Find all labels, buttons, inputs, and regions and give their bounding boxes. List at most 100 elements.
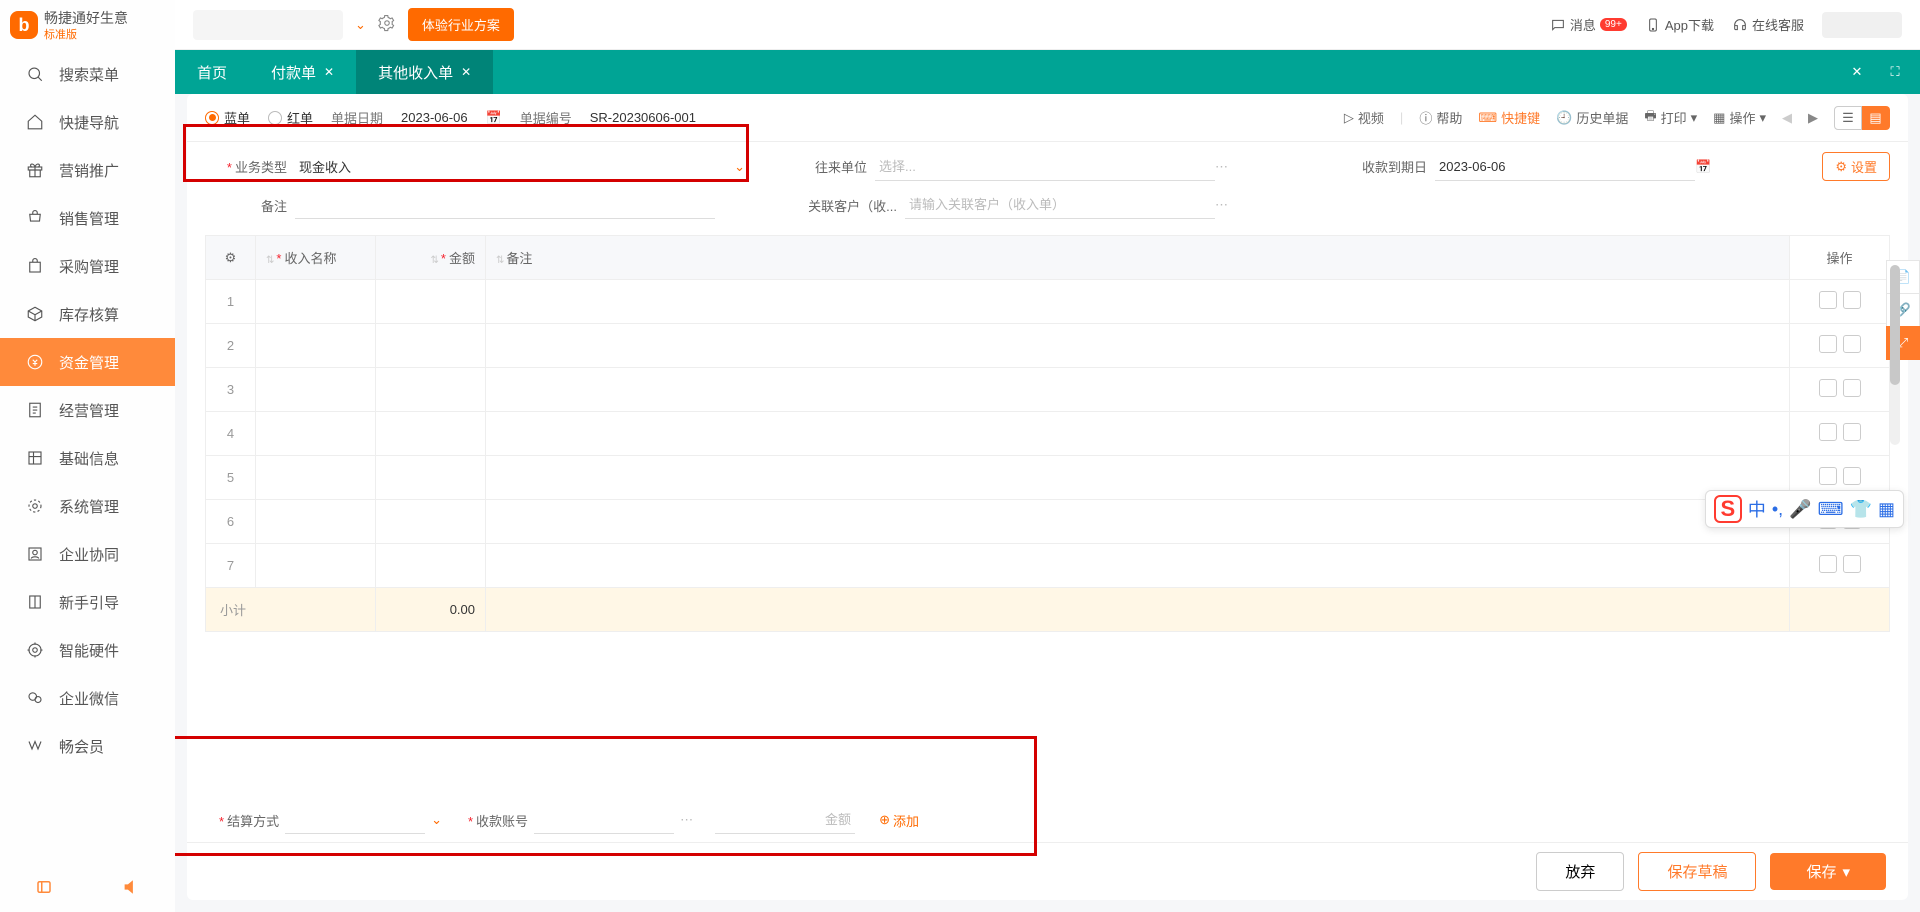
cell-name[interactable] [256,456,376,500]
history-button[interactable]: 🕘 历史单据 [1556,108,1628,127]
close-icon[interactable]: ✕ [461,65,471,79]
more-icon[interactable]: ⋯ [1215,159,1230,175]
cell-amount[interactable] [376,324,486,368]
more-icon[interactable]: ⋯ [680,812,695,828]
due-date-input[interactable] [1435,153,1695,181]
cell-name[interactable] [256,500,376,544]
app-download-button[interactable]: App下载 [1645,15,1714,34]
copy-icon[interactable] [1843,423,1861,441]
settle-method-input[interactable] [285,806,425,834]
sidebar-item-wx[interactable]: 企业微信 [0,674,175,722]
ops-button[interactable]: ▦ 操作 ▾ [1713,108,1766,127]
ime-keyboard-icon[interactable]: ⌨ [1818,499,1844,520]
table-row[interactable]: 1 [206,280,1890,324]
sidebar-item-sys[interactable]: 系统管理 [0,482,175,530]
sidebar-item-data[interactable]: 基础信息 [0,434,175,482]
settle-account-input[interactable] [534,806,674,834]
next-button[interactable]: ▶ [1808,110,1818,126]
gear-icon[interactable] [378,14,396,35]
table-row[interactable]: 5 [206,456,1890,500]
discard-button[interactable]: 放弃 [1536,852,1624,891]
copy-icon[interactable] [1843,379,1861,397]
cell-remark[interactable] [486,412,1790,456]
col-remark[interactable]: ⇅备注 [486,236,1790,280]
view-mode-form-button[interactable]: ▤ [1862,106,1890,130]
save-draft-button[interactable]: 保存草稿 [1638,852,1756,891]
cell-name[interactable] [256,368,376,412]
add-settlement-button[interactable]: ⊕ 添加 [879,811,919,830]
tab-expand-button[interactable]: ⛶ [1880,57,1910,87]
delete-icon[interactable] [1819,467,1837,485]
chevron-down-icon[interactable]: ⌄ [431,812,442,828]
help-button[interactable]: ⓘ 帮助 [1419,108,1462,127]
chevron-down-icon[interactable]: ⌄ [355,17,366,33]
radio-blue[interactable]: 蓝单 [205,108,250,127]
sidebar-sound-button[interactable] [88,862,176,912]
cell-remark[interactable] [486,368,1790,412]
support-button[interactable]: 在线客服 [1732,15,1804,34]
sidebar-item-cart[interactable]: 销售管理 [0,194,175,242]
sidebar-item-bag[interactable]: 采购管理 [0,242,175,290]
chevron-down-icon[interactable]: ⌄ [734,159,745,175]
sidebar-item-vip[interactable]: 畅会员 [0,722,175,770]
link-customer-input[interactable] [905,191,1215,219]
partner-input[interactable] [875,153,1215,181]
remark-input[interactable] [295,191,715,219]
cell-amount[interactable] [376,544,486,588]
cell-amount[interactable] [376,368,486,412]
save-button[interactable]: 保存 ▾ [1770,853,1886,890]
print-button[interactable]: 🖶 打印 ▾ [1644,107,1697,129]
delete-icon[interactable] [1819,379,1837,397]
table-row[interactable]: 2 [206,324,1890,368]
biz-type-input[interactable] [295,153,595,181]
copy-icon[interactable] [1843,467,1861,485]
table-row[interactable]: 4 [206,412,1890,456]
delete-icon[interactable] [1819,335,1837,353]
sidebar-item-gift[interactable]: 营销推广 [0,146,175,194]
cell-remark[interactable] [486,324,1790,368]
calendar-icon[interactable]: 📅 [1695,159,1711,175]
user-avatar[interactable] [1822,12,1902,38]
cell-remark[interactable] [486,280,1790,324]
ime-lang-icon[interactable]: 中 [1748,496,1766,522]
scrollbar[interactable] [1890,265,1900,445]
sidebar-item-search[interactable]: 搜索菜单 [0,50,175,98]
col-name[interactable]: ⇅收入名称 [256,236,376,280]
sidebar-item-team[interactable]: 企业协同 [0,530,175,578]
trial-button[interactable]: 体验行业方案 [408,8,514,41]
table-row[interactable]: 7 [206,544,1890,588]
delete-icon[interactable] [1819,291,1837,309]
view-mode-list-button[interactable]: ☰ [1834,106,1862,130]
sidebar-item-home[interactable]: 快捷导航 [0,98,175,146]
sidebar-item-money[interactable]: 资金管理 [0,338,175,386]
scrollbar-thumb[interactable] [1890,265,1900,385]
cell-amount[interactable] [376,412,486,456]
radio-red[interactable]: 红单 [268,108,313,127]
cell-amount[interactable] [376,500,486,544]
ime-mic-icon[interactable]: 🎤 [1789,499,1811,520]
shortcut-button[interactable]: ⌨ 快捷键 [1478,108,1540,127]
ime-skin-icon[interactable]: 👕 [1850,499,1872,520]
sidebar-item-guide[interactable]: 新手引导 [0,578,175,626]
ime-punct-icon[interactable]: •, [1772,499,1783,520]
settle-amount-input[interactable] [715,806,855,834]
tab-close-button[interactable]: ✕ [1842,57,1872,87]
cell-amount[interactable] [376,456,486,500]
ime-toolbox-icon[interactable]: ▦ [1878,499,1895,520]
cell-name[interactable] [256,324,376,368]
prev-button[interactable]: ◀ [1782,110,1792,126]
col-gear[interactable]: ⚙ [206,236,256,280]
date-value[interactable]: 2023-06-06 [401,110,468,125]
settings-button[interactable]: ⚙ 设置 [1822,152,1890,181]
org-selector[interactable] [193,10,343,40]
cell-amount[interactable] [376,280,486,324]
close-icon[interactable]: ✕ [324,65,334,79]
video-button[interactable]: ▷ 视频 [1344,108,1384,127]
sidebar-item-box[interactable]: 库存核算 [0,290,175,338]
col-amount[interactable]: ⇅金额 [376,236,486,280]
sidebar-item-hw[interactable]: 智能硬件 [0,626,175,674]
delete-icon[interactable] [1819,555,1837,573]
delete-icon[interactable] [1819,423,1837,441]
cell-remark[interactable] [486,500,1790,544]
cell-remark[interactable] [486,456,1790,500]
